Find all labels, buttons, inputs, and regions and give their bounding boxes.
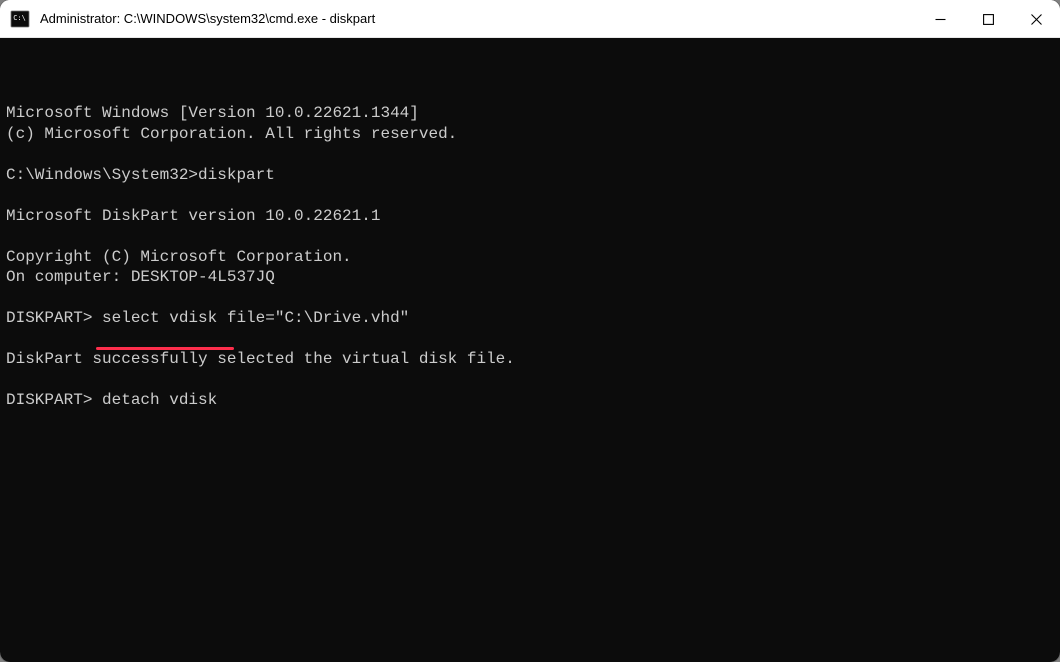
maximize-button[interactable] [964,0,1012,38]
terminal-line: DISKPART> detach vdisk [6,390,1054,410]
terminal-line: DISKPART> select vdisk file="C:\Drive.vh… [6,308,1054,328]
terminal-line: (c) Microsoft Corporation. All rights re… [6,124,1054,144]
cmd-window: C:\ Administrator: C:\WINDOWS\system32\c… [0,0,1060,662]
terminal-line [6,185,1054,205]
annotation-underline [96,347,234,350]
terminal-line: On computer: DESKTOP-4L537JQ [6,267,1054,287]
terminal-line: Microsoft Windows [Version 10.0.22621.13… [6,103,1054,123]
cmd-icon: C:\ [10,9,30,29]
terminal-body[interactable]: Microsoft Windows [Version 10.0.22621.13… [0,38,1060,662]
svg-text:C:\: C:\ [13,14,26,22]
titlebar[interactable]: C:\ Administrator: C:\WINDOWS\system32\c… [0,0,1060,38]
window-title: Administrator: C:\WINDOWS\system32\cmd.e… [40,11,916,26]
minimize-button[interactable] [916,0,964,38]
terminal-line [6,370,1054,390]
terminal-line: Microsoft DiskPart version 10.0.22621.1 [6,206,1054,226]
terminal-line [6,288,1054,308]
terminal-line [6,226,1054,246]
terminal-line: DiskPart successfully selected the virtu… [6,349,1054,369]
terminal-line [6,329,1054,349]
terminal-line: Copyright (C) Microsoft Corporation. [6,247,1054,267]
terminal-line: C:\Windows\System32>diskpart [6,165,1054,185]
close-button[interactable] [1012,0,1060,38]
terminal-line [6,144,1054,164]
window-controls [916,0,1060,37]
